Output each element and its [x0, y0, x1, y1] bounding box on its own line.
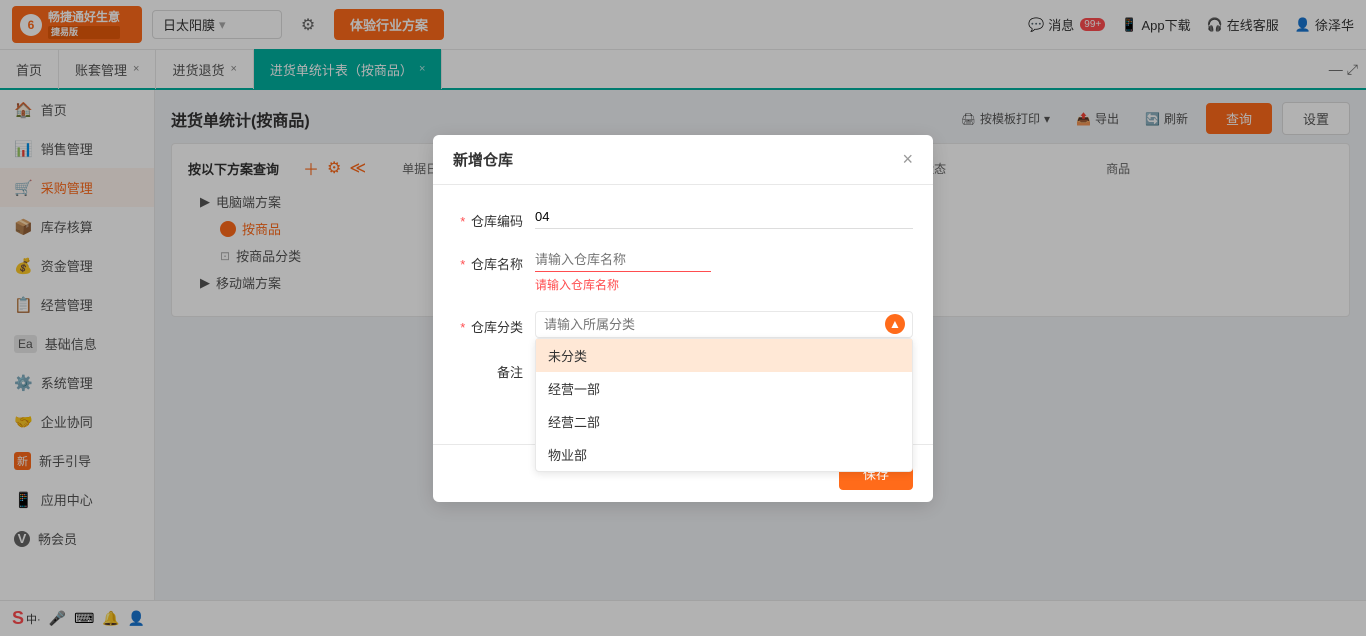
name-error-msg: 请输入仓库名称: [535, 276, 711, 293]
category-select-wrap: ▲ 未分类 经营一部 经营二部 物业部: [535, 311, 913, 338]
category-select-input[interactable]: [535, 311, 913, 338]
modal-close-button[interactable]: ×: [902, 149, 913, 170]
form-row-category: * 仓库分类 ▲ 未分类 经营一部 经营二部 物业部: [453, 311, 913, 338]
warehouse-name-input[interactable]: [535, 248, 711, 272]
remark-label: 备注: [453, 356, 523, 381]
form-row-name: * 仓库名称 请输入仓库名称: [453, 248, 913, 293]
category-label: * 仓库分类: [453, 311, 523, 336]
modal-header: 新增仓库 ×: [433, 135, 933, 185]
modal-title: 新增仓库: [453, 149, 513, 170]
dropdown-item-1[interactable]: 经营一部: [536, 372, 912, 405]
code-label: * 仓库编码: [453, 205, 523, 230]
modal-overlay: 新增仓库 × * 仓库编码 * 仓库名称: [0, 0, 1366, 636]
dropdown-item-3[interactable]: 物业部: [536, 438, 912, 471]
required-star-cat: *: [460, 320, 465, 335]
modal-add-warehouse: 新增仓库 × * 仓库编码 * 仓库名称: [433, 135, 933, 502]
dropdown-item-0[interactable]: 未分类: [536, 339, 912, 372]
warehouse-code-input[interactable]: [535, 205, 913, 229]
form-row-code: * 仓库编码: [453, 205, 913, 230]
category-dropdown: 未分类 经营一部 经营二部 物业部: [535, 338, 913, 472]
dropdown-item-2[interactable]: 经营二部: [536, 405, 912, 438]
required-star-name: *: [460, 257, 465, 272]
name-label: * 仓库名称: [453, 248, 523, 273]
category-chevron-icon[interactable]: ▲: [885, 314, 905, 334]
required-star: *: [460, 214, 465, 229]
modal-body: * 仓库编码 * 仓库名称 请输入仓库名称: [433, 185, 933, 444]
